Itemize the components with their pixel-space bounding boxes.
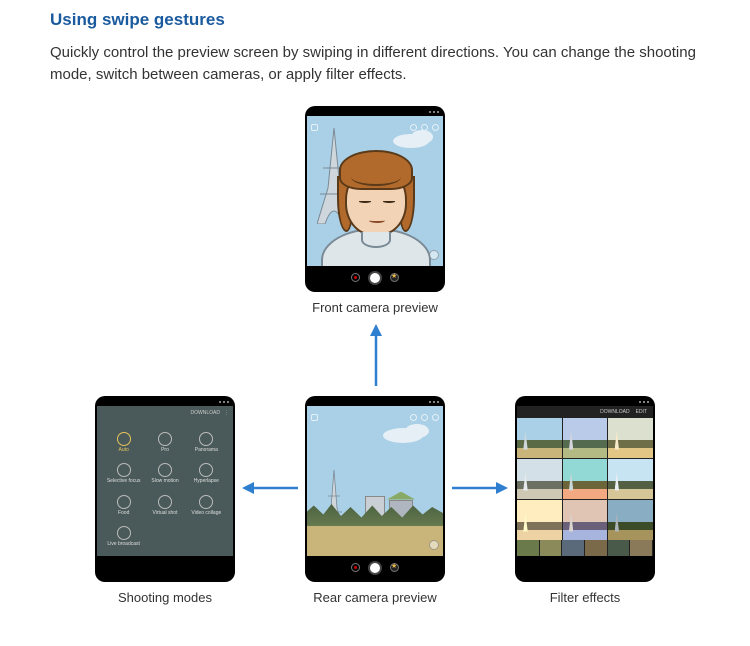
filter-cell	[517, 418, 562, 458]
modes-download-label: DOWNLOAD	[191, 410, 220, 416]
section-heading: Using swipe gestures	[50, 10, 700, 30]
record-button-icon	[351, 273, 360, 282]
arrow-right-icon	[452, 478, 508, 498]
arrow-left-icon	[242, 478, 298, 498]
effects-button-icon	[390, 563, 399, 572]
filter-cell	[563, 418, 608, 458]
mode-item: Auto	[105, 432, 142, 454]
shooting-modes-illustration: DOWNLOAD ⋮ AutoProPanorama Selective focu…	[97, 406, 233, 556]
node-rear-camera: Rear camera preview	[305, 396, 445, 605]
swipe-diagram: Front camera preview	[50, 106, 700, 626]
record-button-icon	[351, 563, 360, 572]
node-front-camera: Front camera preview	[305, 106, 445, 315]
shutter-button-icon	[368, 271, 382, 285]
mode-item: Food	[105, 495, 142, 517]
filter-cell	[608, 418, 653, 458]
mode-item: Virtual shot	[146, 495, 183, 517]
more-icon: ⋮	[224, 410, 229, 416]
filter-cell	[517, 500, 562, 540]
mode-item: Live broadcast	[105, 526, 142, 548]
rear-camera-label: Rear camera preview	[305, 590, 445, 605]
rear-camera-illustration	[307, 406, 443, 556]
filter-effects-illustration: DOWNLOAD EDIT	[517, 406, 653, 556]
mode-item: Pro	[146, 432, 183, 454]
filter-cell	[517, 459, 562, 499]
filters-edit-label: EDIT	[636, 409, 647, 415]
mode-item: Slow motion	[146, 463, 183, 485]
phone-rear	[305, 396, 445, 582]
mode-item: Hyperlapse	[188, 463, 225, 485]
filter-cell	[608, 500, 653, 540]
effects-button-icon	[390, 273, 399, 282]
mode-item: Panorama	[188, 432, 225, 454]
filter-cell	[608, 459, 653, 499]
phone-modes: DOWNLOAD ⋮ AutoProPanorama Selective focu…	[95, 396, 235, 582]
switch-camera-icon	[429, 250, 439, 260]
phone-filters: DOWNLOAD EDIT	[515, 396, 655, 582]
shooting-modes-label: Shooting modes	[95, 590, 235, 605]
filter-cell	[563, 500, 608, 540]
filter-cell	[563, 459, 608, 499]
phone-front	[305, 106, 445, 292]
front-camera-label: Front camera preview	[305, 300, 445, 315]
mode-item: Video collage	[188, 495, 225, 517]
node-filter-effects: DOWNLOAD EDIT	[515, 396, 655, 605]
mode-item: Selective focus	[105, 463, 142, 485]
filters-download-label: DOWNLOAD	[600, 409, 629, 415]
filter-effects-label: Filter effects	[515, 590, 655, 605]
section-body: Quickly control the preview screen by sw…	[50, 42, 700, 86]
switch-camera-icon	[429, 540, 439, 550]
front-camera-illustration	[307, 116, 443, 266]
shutter-button-icon	[368, 561, 382, 575]
node-shooting-modes: DOWNLOAD ⋮ AutoProPanorama Selective focu…	[95, 396, 235, 605]
arrow-up-icon	[366, 324, 386, 386]
